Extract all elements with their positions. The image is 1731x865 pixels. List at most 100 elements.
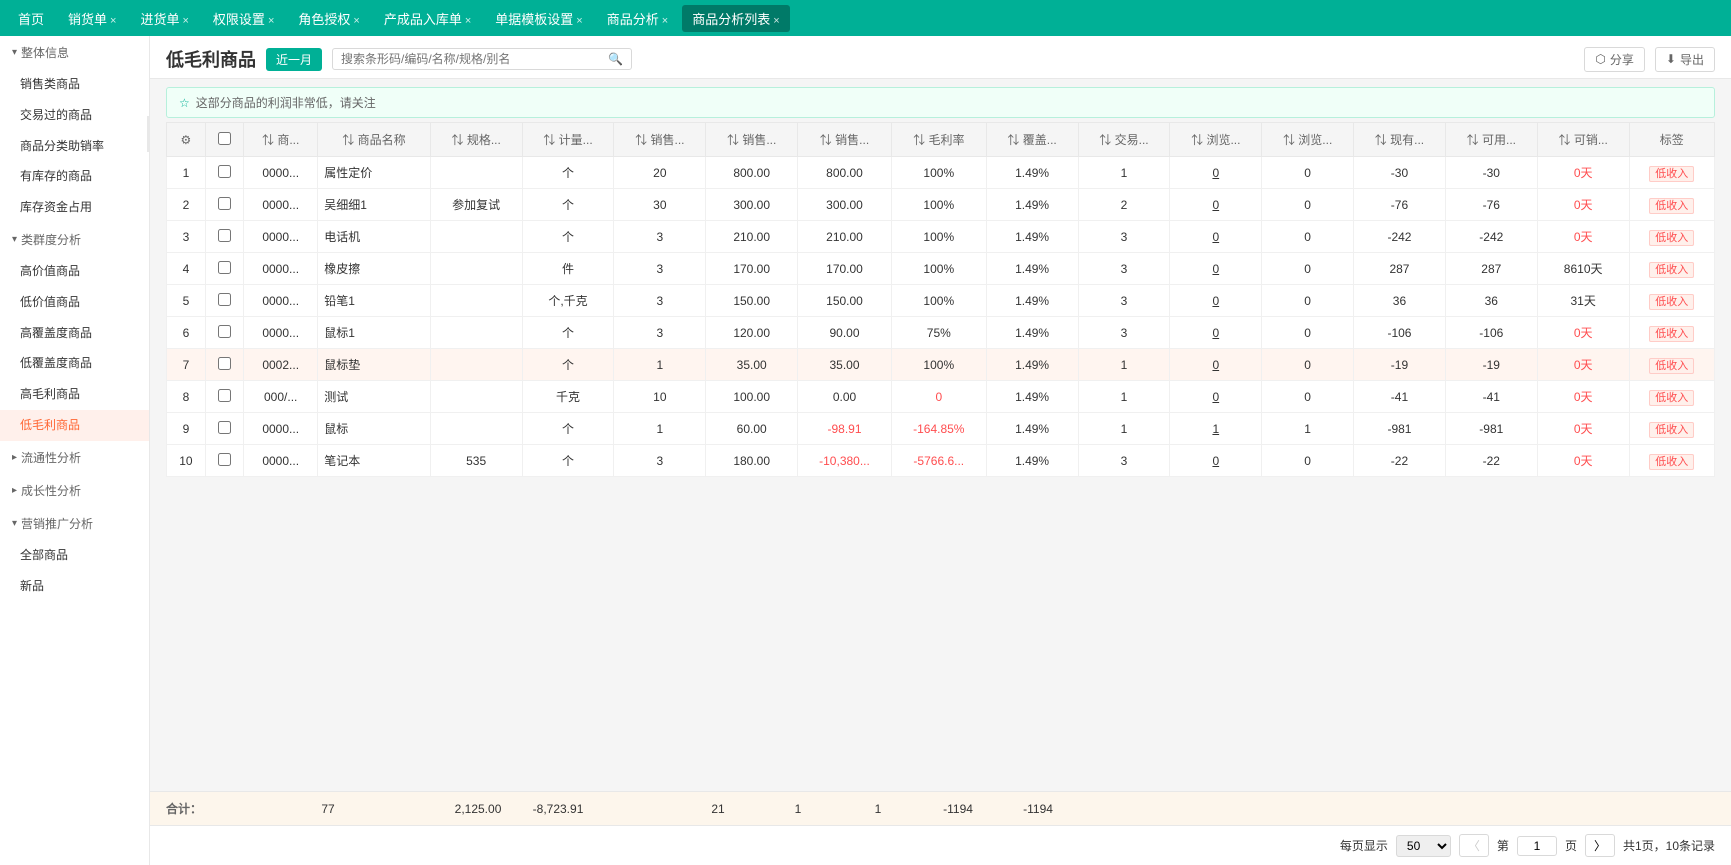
- row-spec: [430, 285, 522, 317]
- nav-product-analysis-list[interactable]: 商品分析列表×: [682, 5, 789, 32]
- row-checkbox[interactable]: [205, 349, 243, 381]
- col-unit[interactable]: ⇅ 计量...: [522, 123, 614, 157]
- time-filter-button[interactable]: 近一月: [266, 48, 322, 71]
- row-browse1[interactable]: 0: [1170, 285, 1262, 317]
- sidebar-item-all-goods[interactable]: 全部商品: [0, 540, 149, 571]
- row-select-checkbox[interactable]: [218, 293, 231, 306]
- nav-permission[interactable]: 权限设置×: [203, 5, 284, 32]
- row-select-checkbox[interactable]: [218, 421, 231, 434]
- row-checkbox[interactable]: [205, 189, 243, 221]
- col-coverage[interactable]: ⇅ 覆盖...: [986, 123, 1078, 157]
- col-settings[interactable]: ⚙: [167, 123, 206, 157]
- settings-icon[interactable]: ⚙: [181, 133, 192, 147]
- sidebar-group-circulation[interactable]: ▸ 流通性分析: [0, 441, 149, 474]
- row-select-checkbox[interactable]: [218, 165, 231, 178]
- page-label: 第: [1497, 837, 1509, 854]
- row-browse1[interactable]: 0: [1170, 317, 1262, 349]
- row-select-checkbox[interactable]: [218, 229, 231, 242]
- col-sale2[interactable]: ⇅ 销售...: [706, 123, 798, 157]
- row-select-checkbox[interactable]: [218, 325, 231, 338]
- col-sort-icon-5: ⇅: [635, 133, 647, 147]
- search-icon[interactable]: 🔍: [608, 52, 623, 66]
- col-sale3[interactable]: ⇅ 销售...: [798, 123, 892, 157]
- row-select-checkbox[interactable]: [218, 197, 231, 210]
- row-checkbox[interactable]: [205, 221, 243, 253]
- nav-sales[interactable]: 销货单×: [58, 5, 126, 32]
- col-stock3[interactable]: ⇅ 可销...: [1537, 123, 1629, 157]
- row-browse1[interactable]: 0: [1170, 381, 1262, 413]
- page-number-input[interactable]: [1517, 836, 1557, 856]
- row-select-checkbox[interactable]: [218, 357, 231, 370]
- nav-purchase[interactable]: 进货单×: [130, 5, 198, 32]
- page-size-select[interactable]: 50 20 100: [1396, 835, 1451, 857]
- table-row: 8 000/... 测试 千克 10 100.00 0.00 0 1.49% 1…: [167, 381, 1715, 413]
- row-spec: [430, 221, 522, 253]
- sidebar-item-high-coverage[interactable]: 高覆盖度商品: [0, 318, 149, 349]
- nav-role[interactable]: 角色授权×: [288, 5, 369, 32]
- sidebar-item-traded-goods[interactable]: 交易过的商品: [0, 100, 149, 131]
- sidebar-item-stock-capital[interactable]: 库存资金占用: [0, 192, 149, 223]
- nav-template[interactable]: 单据模板设置×: [485, 5, 592, 32]
- col-stock1[interactable]: ⇅ 现有...: [1354, 123, 1446, 157]
- row-browse1[interactable]: 0: [1170, 349, 1262, 381]
- col-stock2[interactable]: ⇅ 可用...: [1445, 123, 1537, 157]
- nav-home[interactable]: 首页: [8, 5, 54, 32]
- sidebar-group-overall[interactable]: ▾ 整体信息: [0, 36, 149, 69]
- sidebar-item-high-margin[interactable]: 高毛利商品: [0, 379, 149, 410]
- nav-product-entry[interactable]: 产成品入库单×: [374, 5, 481, 32]
- sidebar-item-sales-goods[interactable]: 销售类商品: [0, 69, 149, 100]
- col-browse1[interactable]: ⇅ 浏览...: [1170, 123, 1262, 157]
- sidebar-item-low-value[interactable]: 低价值商品: [0, 287, 149, 318]
- row-browse1[interactable]: 0: [1170, 157, 1262, 189]
- row-checkbox[interactable]: [205, 317, 243, 349]
- table-row: 4 0000... 橡皮擦 件 3 170.00 170.00 100% 1.4…: [167, 253, 1715, 285]
- row-code: 0000...: [244, 253, 318, 285]
- col-trade[interactable]: ⇅ 交易...: [1078, 123, 1170, 157]
- share-button[interactable]: ⬡ 分享: [1584, 47, 1645, 72]
- row-checkbox[interactable]: [205, 157, 243, 189]
- row-checkbox[interactable]: [205, 381, 243, 413]
- select-all-checkbox[interactable]: [218, 132, 231, 145]
- row-select-checkbox[interactable]: [218, 261, 231, 274]
- row-browse1[interactable]: 0: [1170, 221, 1262, 253]
- sidebar-group-growth[interactable]: ▸ 成长性分析: [0, 474, 149, 507]
- col-tag[interactable]: 标签: [1629, 123, 1714, 157]
- col-checkbox[interactable]: [205, 123, 243, 157]
- sidebar-collapse-button[interactable]: «: [147, 116, 150, 152]
- row-stock2: -106: [1445, 317, 1537, 349]
- row-select-checkbox[interactable]: [218, 389, 231, 402]
- col-name[interactable]: ⇅ 商品名称: [318, 123, 430, 157]
- next-page-button[interactable]: 〉: [1585, 834, 1615, 857]
- sidebar-item-high-value[interactable]: 高价值商品: [0, 256, 149, 287]
- sidebar-item-category-rate[interactable]: 商品分类助销率: [0, 131, 149, 162]
- row-browse1[interactable]: 0: [1170, 189, 1262, 221]
- col-gross[interactable]: ⇅ 毛利率: [891, 123, 986, 157]
- col-sort-icon-11: ⇅: [1191, 133, 1203, 147]
- row-checkbox[interactable]: [205, 413, 243, 445]
- sidebar-item-low-margin[interactable]: 低毛利商品: [0, 410, 149, 441]
- row-spec: [430, 413, 522, 445]
- row-browse1[interactable]: 0: [1170, 253, 1262, 285]
- row-checkbox[interactable]: [205, 285, 243, 317]
- export-button[interactable]: ⬇ 导出: [1655, 47, 1715, 72]
- sidebar-item-low-coverage[interactable]: 低覆盖度商品: [0, 348, 149, 379]
- col-code[interactable]: ⇅ 商...: [244, 123, 318, 157]
- sidebar-item-in-stock[interactable]: 有库存的商品: [0, 161, 149, 192]
- row-sale1: 1: [614, 349, 706, 381]
- col-browse2[interactable]: ⇅ 浏览...: [1262, 123, 1354, 157]
- row-browse1[interactable]: 0: [1170, 445, 1262, 477]
- sidebar-item-new-goods[interactable]: 新品: [0, 571, 149, 602]
- prev-page-button[interactable]: 〈: [1459, 834, 1489, 857]
- search-input[interactable]: [341, 52, 608, 66]
- sidebar-group-marketing[interactable]: ▾ 营销推广分析: [0, 507, 149, 540]
- top-navigation: 首页 销货单× 进货单× 权限设置× 角色授权× 产成品入库单× 单据模板设置×…: [0, 0, 1731, 36]
- row-select-checkbox[interactable]: [218, 453, 231, 466]
- col-sale1[interactable]: ⇅ 销售...: [614, 123, 706, 157]
- sidebar-group-cluster[interactable]: ▾ 类群度分析: [0, 223, 149, 256]
- footer-browse2: 1: [838, 802, 918, 816]
- row-checkbox[interactable]: [205, 253, 243, 285]
- nav-product-analysis[interactable]: 商品分析×: [597, 5, 678, 32]
- row-browse1[interactable]: 1: [1170, 413, 1262, 445]
- col-spec[interactable]: ⇅ 规格...: [430, 123, 522, 157]
- row-checkbox[interactable]: [205, 445, 243, 477]
